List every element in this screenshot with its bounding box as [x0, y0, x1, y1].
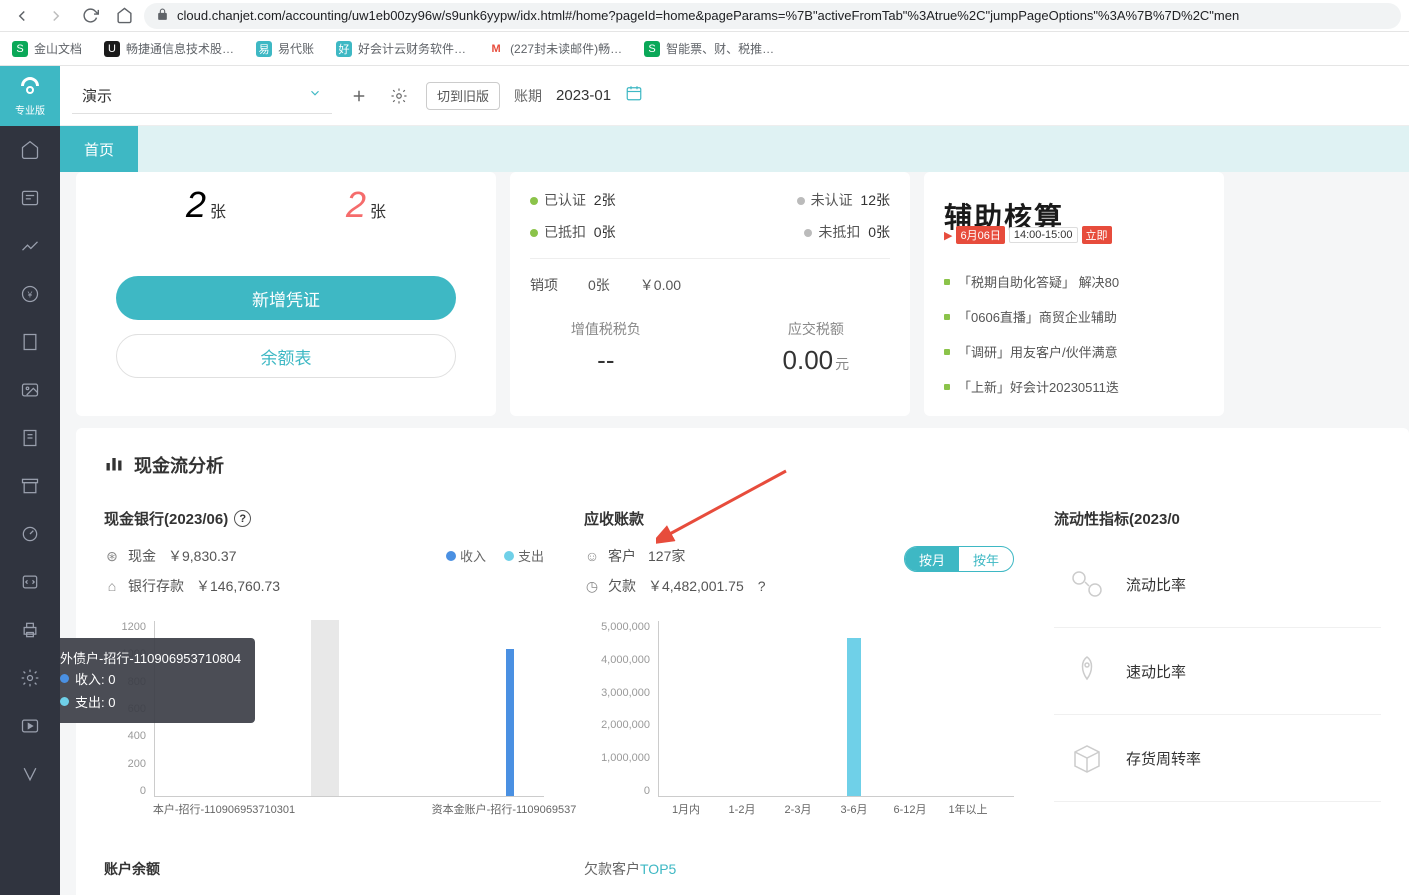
- nav-back-button[interactable]: [8, 2, 36, 30]
- lock-icon: [156, 8, 169, 24]
- news-item[interactable]: 「调研」用友客户/伙伴满意: [944, 334, 1204, 369]
- ar-column: 应收账款 ☺客户127家 ◷欠款￥4,482,001.75? 按月 按年: [584, 508, 1014, 879]
- sidebar-receipt-icon[interactable]: [0, 414, 60, 462]
- clock-icon: ◷: [584, 578, 600, 595]
- gear-icon[interactable]: [386, 83, 412, 109]
- sidebar-transfer-icon[interactable]: [0, 558, 60, 606]
- sidebar-archive-icon[interactable]: [0, 462, 60, 510]
- sidebar-report-icon[interactable]: [0, 222, 60, 270]
- coin-icon: ⊛: [104, 548, 120, 565]
- add-button[interactable]: [346, 83, 372, 109]
- balance-sheet-button[interactable]: 余额表: [116, 334, 456, 378]
- help-icon[interactable]: ?: [234, 510, 251, 527]
- user-icon: ☺: [584, 548, 600, 564]
- tab-row: 首页: [60, 126, 1409, 172]
- topbar: 演示 切到旧版 账期 2023-01: [60, 66, 1409, 126]
- news-panel: 辅助核算 ▶ 6月06日 14:00-15:00 立即 「税期自助化答疑」 解决…: [924, 172, 1224, 416]
- box-icon: [1064, 735, 1110, 781]
- news-item[interactable]: 「上新」好会计20230511迭: [944, 369, 1204, 404]
- browser-chrome: cloud.chanjet.com/accounting/uw1eb00zy96…: [0, 0, 1409, 32]
- tax-panel: 已认证 2张 未认证 12张 已抵扣 0张 未抵扣 0张 销项 0张 ￥0.00: [510, 172, 910, 416]
- bank-icon: ⌂: [104, 578, 120, 594]
- nav-home-button[interactable]: [110, 2, 138, 30]
- cashflow-section: 现金流分析 现金银行(2023/06) ? ⊛现金￥9,830.37: [76, 428, 1409, 895]
- metric-current-ratio[interactable]: 流动比率: [1054, 541, 1381, 628]
- ratio-icon: [1064, 561, 1110, 607]
- url-bar[interactable]: cloud.chanjet.com/accounting/uw1eb00zy96…: [144, 3, 1401, 29]
- switch-old-button[interactable]: 切到旧版: [426, 82, 500, 110]
- chart-tooltip: 外债户-招行-110906953710804 收入: 0 支出: 0: [60, 638, 255, 723]
- sidebar-v-icon[interactable]: [0, 750, 60, 798]
- ar-top5-title: 欠款客户TOP5: [584, 859, 1014, 879]
- bookmark-item[interactable]: 好好会计云财务软件…: [336, 40, 466, 57]
- sidebar-money-icon[interactable]: ¥: [0, 270, 60, 318]
- bookmark-item[interactable]: S智能票、财、税推…: [644, 40, 774, 57]
- voucher-stat: 2 张: [186, 184, 226, 226]
- edition-label: 专业版: [15, 102, 45, 117]
- bookmark-label: 金山文档: [34, 40, 82, 57]
- nav-reload-button[interactable]: [76, 2, 104, 30]
- bookmark-label: 易代账: [278, 40, 314, 57]
- cash-bank-column: 现金银行(2023/06) ? ⊛现金￥9,830.37 ⌂银行存款￥146,7…: [104, 508, 544, 879]
- company-select[interactable]: 演示: [72, 78, 332, 114]
- bookmark-label: 好会计云财务软件…: [358, 40, 466, 57]
- period-value: 2023-01: [556, 87, 611, 104]
- nav-forward-button[interactable]: [42, 2, 70, 30]
- toggle-month[interactable]: 按月: [905, 547, 959, 571]
- rocket-icon: [1064, 648, 1110, 694]
- add-voucher-button[interactable]: 新增凭证: [116, 276, 456, 320]
- voucher-count: 2: [186, 184, 206, 226]
- metric-inventory-turnover[interactable]: 存货周转率: [1054, 715, 1381, 802]
- calendar-icon[interactable]: [625, 84, 643, 107]
- content: 2 张 2 张 新增凭证 余额表 已认证 2张: [60, 172, 1409, 895]
- liquidity-column: 流动性指标(2023/0 流动比率 速动比率 存货周转率: [1054, 508, 1381, 879]
- company-name: 演示: [82, 85, 112, 106]
- metric-quick-ratio[interactable]: 速动比率: [1054, 628, 1381, 715]
- sidebar-print-icon[interactable]: [0, 606, 60, 654]
- vat-burden-metric: 增值税税负 --: [571, 319, 641, 376]
- help-icon[interactable]: ?: [758, 578, 766, 594]
- sidebar-video-icon[interactable]: [0, 702, 60, 750]
- sidebar: 专业版 ¥: [0, 66, 60, 895]
- voucher-panel: 2 张 2 张 新增凭证 余额表: [76, 172, 496, 416]
- news-item[interactable]: 「税期自助化答疑」 解决80: [944, 264, 1204, 299]
- tax-payable-metric: 应交税额 0.00元: [783, 319, 850, 376]
- bookmark-label: (227封未读邮件)畅…: [510, 40, 622, 57]
- url-text: cloud.chanjet.com/accounting/uw1eb00zy96…: [177, 8, 1239, 23]
- sidebar-building-icon[interactable]: [0, 318, 60, 366]
- sidebar-settings-icon[interactable]: [0, 654, 60, 702]
- toggle-year[interactable]: 按年: [959, 547, 1013, 571]
- tab-home[interactable]: 首页: [60, 126, 138, 172]
- bookmark-label: 畅捷通信息技术股…: [126, 40, 234, 57]
- logo[interactable]: 专业版: [0, 66, 60, 126]
- bookmark-item[interactable]: 易易代账: [256, 40, 314, 57]
- period-toggle: 按月 按年: [904, 546, 1014, 572]
- bookmark-item[interactable]: M(227封未读邮件)畅…: [488, 40, 622, 57]
- sidebar-image-icon[interactable]: [0, 366, 60, 414]
- bookmark-item[interactable]: U畅捷通信息技术股…: [104, 40, 234, 57]
- svg-text:¥: ¥: [27, 289, 33, 299]
- news-banner[interactable]: 辅助核算 ▶ 6月06日 14:00-15:00 立即: [944, 184, 1204, 248]
- sidebar-voucher-icon[interactable]: [0, 174, 60, 222]
- bookmark-item[interactable]: S金山文档: [12, 40, 82, 57]
- period-label: 账期: [514, 86, 542, 106]
- ar-aging-chart[interactable]: 5,000,0004,000,0003,000,0002,000,0001,00…: [584, 621, 1014, 821]
- news-item[interactable]: 「0606直播」商贸企业辅助: [944, 299, 1204, 334]
- voucher-stat: 2 张: [346, 184, 386, 226]
- bookmark-label: 智能票、财、税推…: [666, 40, 774, 57]
- sidebar-home-icon[interactable]: [0, 126, 60, 174]
- voucher-count: 2: [346, 184, 366, 226]
- bookmarks-bar: S金山文档 U畅捷通信息技术股… 易易代账 好好会计云财务软件… M(227封未…: [0, 32, 1409, 66]
- account-balance-title: 账户余额: [104, 859, 544, 879]
- sidebar-gauge-icon[interactable]: [0, 510, 60, 558]
- bar-chart-icon: [104, 453, 124, 478]
- chevron-down-icon: [308, 86, 322, 104]
